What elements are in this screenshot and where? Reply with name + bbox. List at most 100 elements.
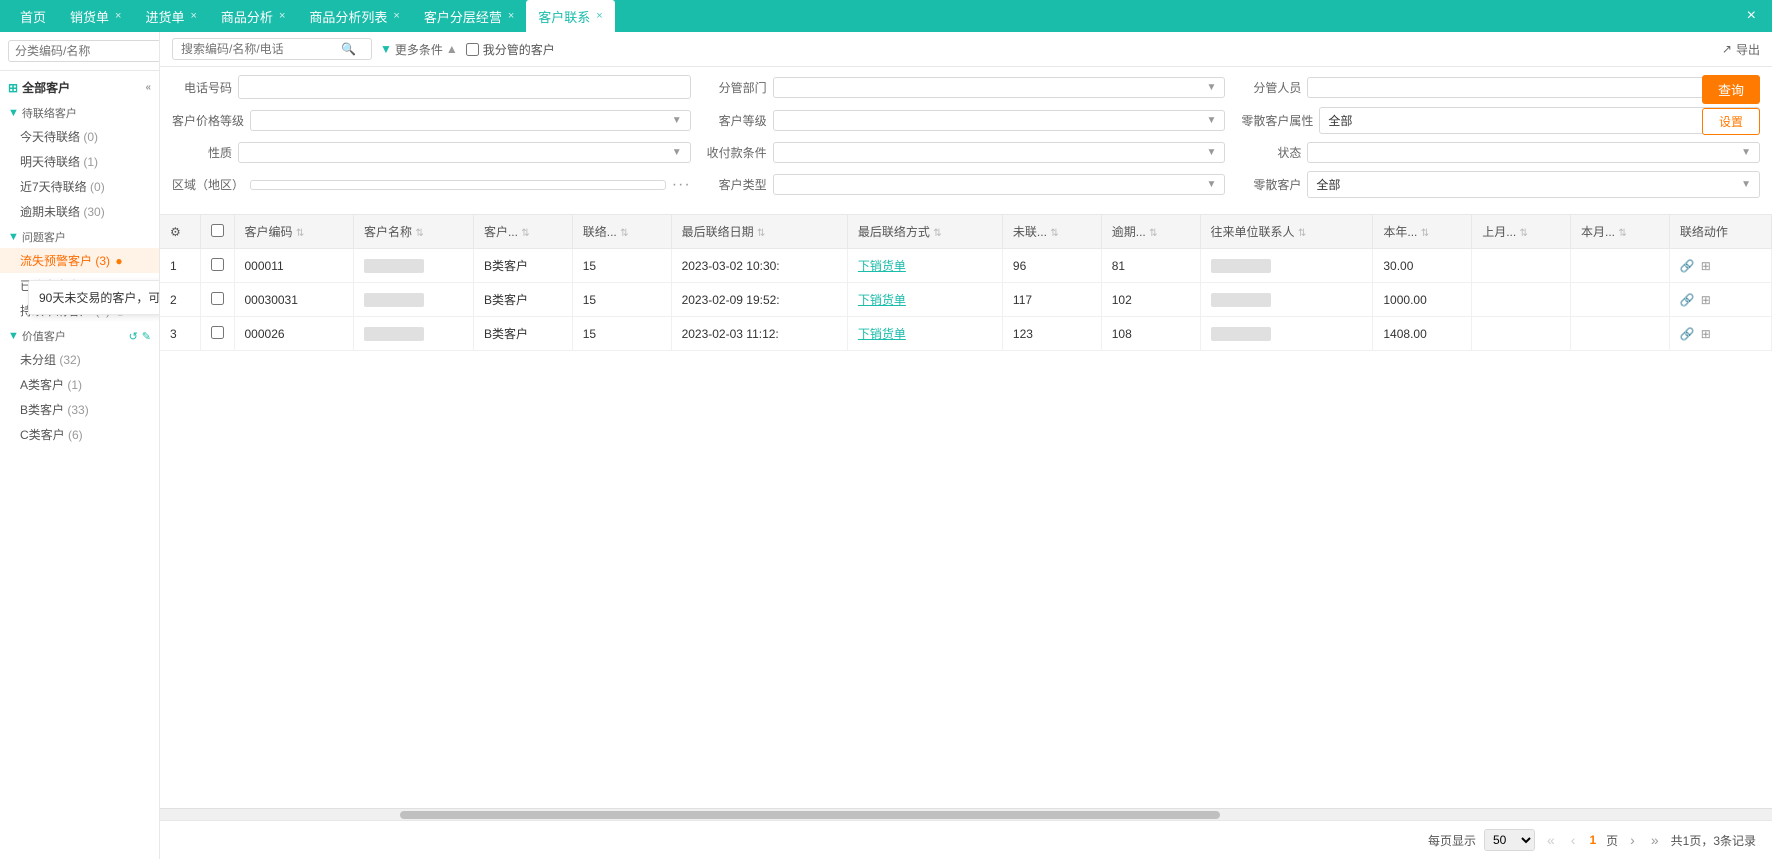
settings-button[interactable]: 设置 bbox=[1702, 108, 1760, 135]
row3-checkbox[interactable] bbox=[200, 317, 234, 351]
close-analysis-list-tab[interactable]: × bbox=[393, 10, 399, 22]
scatter-attr-select[interactable]: 全部 ▼ bbox=[1319, 107, 1760, 134]
customer-type-select[interactable]: ▼ bbox=[773, 174, 1226, 195]
row3-last-method[interactable]: 下销货单 bbox=[847, 317, 1002, 351]
first-page-btn[interactable]: « bbox=[1543, 832, 1559, 848]
sort-last-method-icon[interactable]: ⇅ bbox=[933, 228, 941, 239]
sort-uncontact-icon[interactable]: ⇅ bbox=[1050, 228, 1058, 239]
next-page-btn[interactable]: › bbox=[1626, 832, 1639, 848]
sort-this-month-icon[interactable]: ⇅ bbox=[1618, 228, 1626, 239]
status-select[interactable]: ▼ bbox=[1307, 142, 1760, 163]
filter-scatter-customer: 零散客户 全部 ▼ bbox=[1241, 171, 1760, 198]
all-customers-title[interactable]: ⊞ 全部客户 « bbox=[0, 71, 159, 100]
close-all-button[interactable]: × bbox=[1739, 7, 1764, 25]
person-select[interactable]: ▼ bbox=[1307, 77, 1735, 98]
sort-last-date-icon[interactable]: ⇅ bbox=[757, 228, 765, 239]
status-arrow: ▼ bbox=[1741, 147, 1751, 158]
row1-link-icon[interactable]: 🔗 bbox=[1680, 259, 1695, 273]
nav-tab-analysis-list[interactable]: 商品分析列表 × bbox=[297, 0, 411, 32]
row1-index: 1 bbox=[160, 249, 200, 283]
row1-checkbox[interactable] bbox=[200, 249, 234, 283]
my-customers-checkbox[interactable]: 我分管的客户 bbox=[466, 41, 555, 58]
row2-last-method[interactable]: 下销货单 bbox=[847, 283, 1002, 317]
horizontal-scrollbar[interactable] bbox=[160, 808, 1772, 820]
close-sales-tab[interactable]: × bbox=[115, 10, 121, 22]
dept-select[interactable]: ▼ bbox=[773, 77, 1226, 98]
region-select[interactable] bbox=[250, 180, 666, 190]
nav-tab-home[interactable]: 首页 bbox=[8, 0, 58, 32]
region-more[interactable]: ··· bbox=[672, 176, 691, 194]
col-checkbox[interactable] bbox=[200, 215, 234, 249]
more-conditions-btn[interactable]: ▼ 更多条件 ▲ bbox=[380, 41, 458, 58]
price-level-select[interactable]: ▼ bbox=[250, 110, 691, 131]
nature-select[interactable]: ▼ bbox=[238, 142, 691, 163]
close-analysis-tab[interactable]: × bbox=[279, 10, 285, 22]
sort-contact-icon[interactable]: ⇅ bbox=[620, 228, 628, 239]
search-submit-icon[interactable]: 🔍 bbox=[341, 42, 356, 56]
group-value-customers[interactable]: ▼ 价值客户 ↺ ✎ bbox=[0, 323, 159, 347]
filter-person: 分管人员 ▼ ··· bbox=[1241, 77, 1760, 98]
refresh-value-icon[interactable]: ↺ bbox=[129, 330, 138, 343]
search-input[interactable] bbox=[181, 42, 341, 56]
group-problem-customers[interactable]: ▼ 问题客户 bbox=[0, 224, 159, 248]
row2-checkbox[interactable] bbox=[200, 283, 234, 317]
scatter-customer-select[interactable]: 全部 ▼ bbox=[1307, 171, 1760, 198]
filter-phone: 电话号码 bbox=[172, 75, 691, 99]
nav-tab-analysis[interactable]: 商品分析 × bbox=[209, 0, 297, 32]
row2-action-icons: 🔗 ⊞ bbox=[1680, 293, 1761, 307]
row2-name bbox=[354, 283, 474, 317]
sort-overdue-icon[interactable]: ⇅ bbox=[1149, 228, 1157, 239]
customer-level-select[interactable]: ▼ bbox=[773, 110, 1226, 131]
close-customer-contact-tab[interactable]: × bbox=[596, 10, 602, 22]
group-pending-contact[interactable]: ▼ 待联络客户 bbox=[0, 100, 159, 124]
sort-code-icon[interactable]: ⇅ bbox=[296, 228, 304, 239]
filter-nature: 性质 ▼ bbox=[172, 142, 691, 163]
sidebar-item-7days-contact[interactable]: 近7天待联络 (0) bbox=[0, 174, 159, 199]
row2-grid-icon[interactable]: ⊞ bbox=[1701, 293, 1711, 307]
nav-tab-purchase[interactable]: 进货单 × bbox=[133, 0, 208, 32]
my-customers-check[interactable] bbox=[466, 43, 479, 56]
row1-last-method[interactable]: 下销货单 bbox=[847, 249, 1002, 283]
sidebar-item-class-b[interactable]: B类客户 (33) bbox=[0, 397, 159, 422]
payment-select[interactable]: ▼ bbox=[773, 142, 1226, 163]
sort-last-month-icon[interactable]: ⇅ bbox=[1520, 228, 1528, 239]
sidebar-item-class-c[interactable]: C类客户 (6) bbox=[0, 422, 159, 447]
edit-value-icon[interactable]: ✎ bbox=[142, 330, 151, 343]
sort-name-icon[interactable]: ⇅ bbox=[415, 228, 423, 239]
sidebar-item-ungrouped[interactable]: 未分组 (32) bbox=[0, 347, 159, 372]
sidebar-item-tomorrow-contact[interactable]: 明天待联络 (1) bbox=[0, 149, 159, 174]
nav-tab-customer-contact[interactable]: 客户联系 × bbox=[526, 0, 614, 32]
sidebar-item-class-a[interactable]: A类客户 (1) bbox=[0, 372, 159, 397]
scatter-customer-arrow: ▼ bbox=[1741, 179, 1751, 190]
sidebar-search-input[interactable] bbox=[8, 40, 160, 62]
select-all-checkbox[interactable] bbox=[211, 224, 224, 237]
per-page-select[interactable]: 50 20 100 bbox=[1484, 829, 1535, 851]
nav-tab-customer-layer[interactable]: 客户分层经营 × bbox=[412, 0, 526, 32]
row1-last-month bbox=[1472, 249, 1571, 283]
content-area: 🔍 ▼ 更多条件 ▲ 我分管的客户 ↗ 导出 电话号码 bbox=[160, 32, 1772, 859]
sort-this-year-icon[interactable]: ⇅ bbox=[1421, 228, 1429, 239]
phone-input[interactable] bbox=[238, 75, 691, 99]
last-page-btn[interactable]: » bbox=[1647, 832, 1663, 848]
sort-contact-person-icon[interactable]: ⇅ bbox=[1298, 228, 1306, 239]
col-settings[interactable]: ⚙ bbox=[160, 215, 200, 249]
prev-page-btn[interactable]: ‹ bbox=[1567, 832, 1580, 848]
row3-link-icon[interactable]: 🔗 bbox=[1680, 327, 1695, 341]
scroll-thumb[interactable] bbox=[400, 811, 1220, 819]
sidebar-item-churn-warning[interactable]: 流失预警客户 (3) ● bbox=[0, 248, 159, 273]
filter-panel: 电话号码 分管部门 ▼ 分管人员 ▼ ··· bbox=[160, 67, 1772, 215]
export-button[interactable]: ↗ 导出 bbox=[1722, 41, 1760, 58]
churn-tooltip: 90天未交易的客户，可能有流失风险。 bbox=[28, 280, 160, 315]
sidebar-item-today-contact[interactable]: 今天待联络 (0) bbox=[0, 124, 159, 149]
sort-type-icon[interactable]: ⇅ bbox=[521, 228, 529, 239]
row1-grid-icon[interactable]: ⊞ bbox=[1701, 259, 1711, 273]
sidebar-item-overdue-contact[interactable]: 逾期未联络 (30) bbox=[0, 199, 159, 224]
query-button[interactable]: 查询 bbox=[1702, 75, 1760, 104]
person-label: 分管人员 bbox=[1241, 79, 1301, 96]
close-customer-layer-tab[interactable]: × bbox=[508, 10, 514, 22]
row2-link-icon[interactable]: 🔗 bbox=[1680, 293, 1695, 307]
main-layout: 🔍 ⊞ 全部客户 « ▼ 待联络客户 今天待联络 (0) 明天待联络 (1) 近… bbox=[0, 32, 1772, 859]
row3-grid-icon[interactable]: ⊞ bbox=[1701, 327, 1711, 341]
close-purchase-tab[interactable]: × bbox=[190, 10, 196, 22]
nav-tab-sales[interactable]: 销货单 × bbox=[58, 0, 133, 32]
